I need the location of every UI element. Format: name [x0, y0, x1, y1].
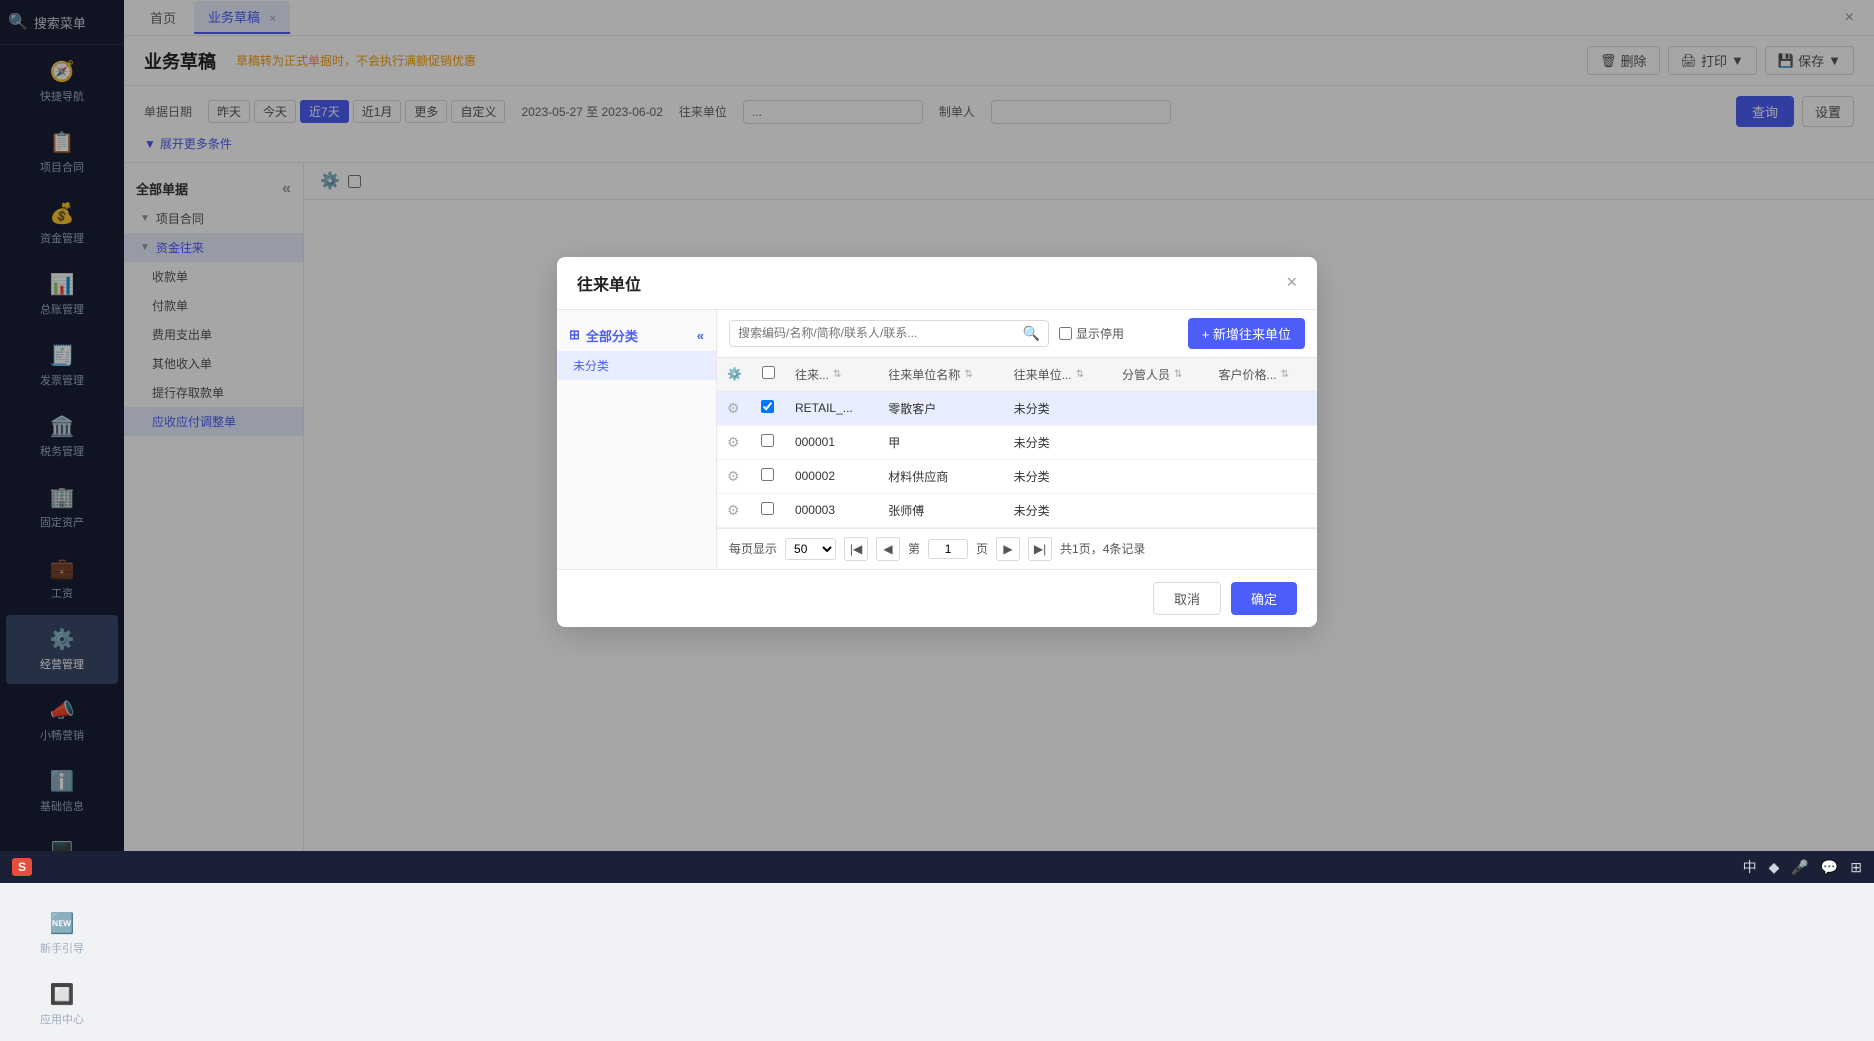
sidebar-item-guide[interactable]: 🆕 新手引导: [6, 899, 118, 968]
modal-categories: ⊞ 全部分类 « 未分类: [557, 310, 717, 569]
modal-table: ⚙️ 往来... ⇅ 往来单位名称 ⇅ 往来单位... ⇅: [717, 358, 1317, 528]
table-row[interactable]: ⚙ 000002 材料供应商 未分类: [717, 459, 1317, 493]
row-manager: [1112, 459, 1208, 493]
row-name: 材料供应商: [878, 459, 1003, 493]
modal-close-button[interactable]: ×: [1286, 272, 1297, 293]
modal-table-body: ⚙ RETAIL_... 零散客户 未分类 ⚙ 000001 甲 未分类 ⚙ 0…: [717, 391, 1317, 527]
row-category: 未分类: [1004, 391, 1112, 425]
settings-col-icon[interactable]: ⚙️: [727, 367, 742, 381]
col-header-name: 往来单位名称 ⇅: [878, 358, 1003, 392]
grid-icon: ⊞: [569, 327, 580, 343]
row-checkbox[interactable]: [761, 400, 774, 413]
col-header-category: 往来单位... ⇅: [1004, 358, 1112, 392]
modal-search-icon: 🔍: [1023, 325, 1040, 342]
modal-header: 往来单位 ×: [557, 257, 1317, 310]
row-settings-icon[interactable]: ⚙: [727, 502, 740, 518]
row-manager: [1112, 391, 1208, 425]
guide-icon: 🆕: [50, 911, 75, 936]
sort-code-icon: ⇅: [833, 369, 841, 380]
sort-manager-icon: ⇅: [1174, 369, 1182, 380]
row-code: 000001: [785, 425, 878, 459]
partners-table: ⚙️ 往来... ⇅ 往来单位名称 ⇅ 往来单位... ⇅: [717, 358, 1317, 528]
col-header-price: 客户价格... ⇅: [1209, 358, 1318, 392]
row-price: [1209, 459, 1318, 493]
modal-cat-未分类[interactable]: 未分类: [557, 351, 716, 380]
show-disabled-checkbox-group: 显示停用: [1059, 325, 1124, 342]
sort-name-icon: ⇅: [964, 369, 972, 380]
row-settings-icon[interactable]: ⚙: [727, 468, 740, 484]
row-price: [1209, 493, 1318, 527]
row-code: 000002: [785, 459, 878, 493]
modal-overlay: 往来单位 × ⊞ 全部分类 « 未分类 🔍: [0, 0, 1874, 883]
col-header-manager: 分管人员 ⇅: [1112, 358, 1208, 392]
row-price: [1209, 425, 1318, 459]
modal-title: 往来单位: [577, 271, 641, 295]
col-header-check: [752, 358, 785, 392]
row-category: 未分类: [1004, 425, 1112, 459]
first-page-button[interactable]: |◀: [844, 537, 868, 561]
next-page-button[interactable]: ▶: [996, 537, 1020, 561]
row-code: 000003: [785, 493, 878, 527]
row-checkbox[interactable]: [761, 434, 774, 447]
sidebar-item-app-center[interactable]: 🔲 应用中心: [6, 970, 118, 1039]
row-name: 甲: [878, 425, 1003, 459]
total-records: 共1页，4条记录: [1060, 540, 1145, 557]
show-disabled-checkbox[interactable]: [1059, 327, 1072, 340]
table-select-all[interactable]: [762, 366, 775, 379]
sort-category-icon: ⇅: [1076, 369, 1084, 380]
row-name: 张师傅: [878, 493, 1003, 527]
sort-price-icon: ⇅: [1281, 369, 1289, 380]
row-checkbox[interactable]: [761, 468, 774, 481]
row-price: [1209, 391, 1318, 425]
last-page-button[interactable]: ▶|: [1028, 537, 1052, 561]
row-manager: [1112, 425, 1208, 459]
row-settings-icon[interactable]: ⚙: [727, 434, 740, 450]
grid-bottom-icon[interactable]: ⊞: [1850, 859, 1862, 876]
table-header-row: ⚙️ 往来... ⇅ 往来单位名称 ⇅ 往来单位... ⇅: [717, 358, 1317, 392]
prev-page-button[interactable]: ◀: [876, 537, 900, 561]
brand-icon: S: [12, 858, 32, 876]
add-partner-button[interactable]: + 新增往来单位: [1188, 318, 1305, 349]
col-header-settings: ⚙️: [717, 358, 752, 392]
row-settings-icon[interactable]: ⚙: [727, 400, 740, 416]
app-center-icon: 🔲: [50, 982, 75, 1007]
row-category: 未分类: [1004, 459, 1112, 493]
row-manager: [1112, 493, 1208, 527]
chinese-icon[interactable]: 中: [1743, 857, 1757, 877]
modal-categories-list: 未分类: [557, 351, 716, 380]
table-row[interactable]: ⚙ 000003 张师傅 未分类: [717, 493, 1317, 527]
bottom-bar: S 中 ◆ 🎤 💬 ⊞: [0, 851, 1874, 883]
modal-pagination: 每页显示 50 20 100 |◀ ◀ 第 页 ▶ ▶| 共1页，4条记录: [717, 528, 1317, 569]
page-number-input[interactable]: [928, 539, 968, 559]
row-code: RETAIL_...: [785, 391, 878, 425]
modal-search-box[interactable]: 🔍: [729, 320, 1049, 347]
row-category: 未分类: [1004, 493, 1112, 527]
table-row[interactable]: ⚙ RETAIL_... 零散客户 未分类: [717, 391, 1317, 425]
chat-icon[interactable]: 💬: [1821, 859, 1838, 876]
per-page-select[interactable]: 50 20 100: [785, 538, 836, 560]
row-name: 零散客户: [878, 391, 1003, 425]
row-checkbox[interactable]: [761, 502, 774, 515]
modal-right: 🔍 显示停用 + 新增往来单位 ⚙️: [717, 310, 1317, 569]
mic-icon[interactable]: 🎤: [1791, 859, 1808, 876]
collapse-icon: «: [697, 328, 704, 343]
modal-category-all[interactable]: ⊞ 全部分类 «: [557, 320, 716, 351]
modal-body: ⊞ 全部分类 « 未分类 🔍 显示停用: [557, 310, 1317, 569]
modal-toolbar: 🔍 显示停用 + 新增往来单位: [717, 310, 1317, 358]
diamond-icon[interactable]: ◆: [1769, 859, 1780, 876]
cancel-button[interactable]: 取消: [1153, 582, 1221, 615]
confirm-button[interactable]: 确定: [1231, 582, 1297, 615]
col-header-code: 往来... ⇅: [785, 358, 878, 392]
modal-action-footer: 取消 确定: [557, 569, 1317, 627]
bottom-bar-right: 中 ◆ 🎤 💬 ⊞: [1743, 857, 1862, 877]
partner-modal: 往来单位 × ⊞ 全部分类 « 未分类 🔍: [557, 257, 1317, 627]
modal-search-input[interactable]: [738, 326, 1017, 340]
table-row[interactable]: ⚙ 000001 甲 未分类: [717, 425, 1317, 459]
